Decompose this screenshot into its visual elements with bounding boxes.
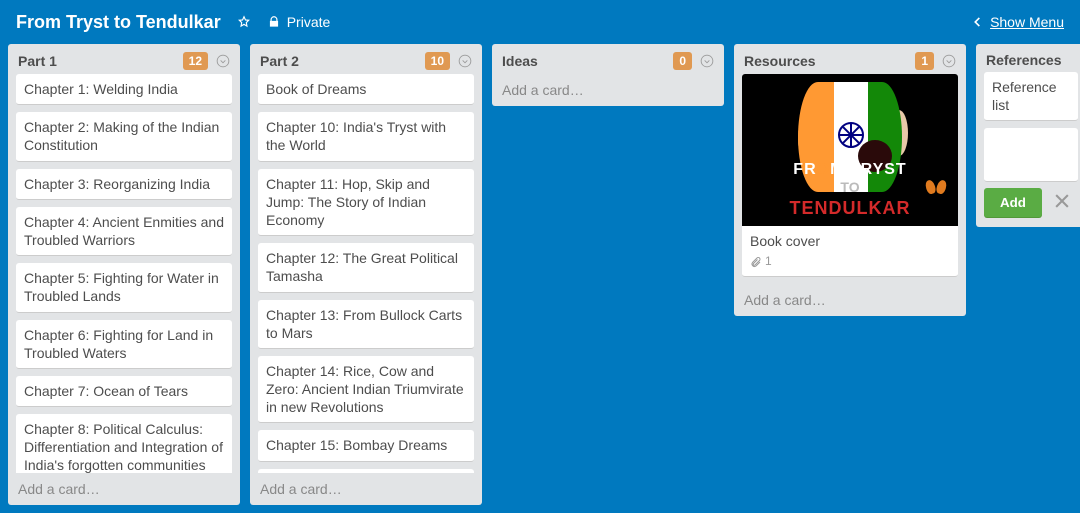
list-ideas: Ideas 0 Add a card… (492, 44, 724, 106)
card-book-cover[interactable]: FROM TRYST TO TENDULKAR Book cover 1 (742, 74, 958, 277)
card-count-badge: 0 (673, 52, 692, 70)
list-title[interactable]: Ideas (502, 53, 667, 69)
card[interactable]: Chapter 14: Rice, Cow and Zero: Ancient … (258, 356, 474, 424)
card[interactable]: Chapter 3: Reorganizing India (16, 169, 232, 200)
card-count-badge: 12 (183, 52, 208, 70)
close-icon (1052, 191, 1072, 211)
card-count-badge: 10 (425, 52, 450, 70)
card[interactable]: Book of Dreams (258, 74, 474, 105)
card[interactable]: Chapter 11: Hop, Skip and Jump: The Stor… (258, 169, 474, 237)
list-cards: Chapter 1: Welding India Chapter 2: Maki… (8, 74, 240, 473)
privacy-button[interactable]: Private (259, 10, 339, 34)
list-title[interactable]: Part 1 (18, 53, 177, 69)
card[interactable]: Chapter 5: Fighting for Water in Trouble… (16, 263, 232, 312)
attachment-badge: 1 (750, 254, 950, 270)
card[interactable]: Chapter 13: From Bullock Carts to Mars (258, 300, 474, 349)
list-header: Part 1 12 (8, 44, 240, 74)
attachment-count: 1 (765, 254, 772, 270)
card[interactable]: Chapter 15: Bombay Dreams (258, 430, 474, 461)
add-card-button[interactable]: Add a card… (8, 473, 240, 505)
star-button[interactable] (229, 11, 259, 33)
card-cover-image: FROM TRYST TO TENDULKAR (742, 74, 958, 226)
list-part-2: Part 2 10 Book of Dreams Chapter 10: Ind… (250, 44, 482, 505)
add-card-button[interactable]: Add a card… (250, 473, 482, 505)
card[interactable]: Chapter 7: Ocean of Tears (16, 376, 232, 407)
add-button[interactable]: Add (984, 188, 1042, 217)
list-menu-button[interactable] (698, 52, 716, 70)
list-header: Part 2 10 (250, 44, 482, 74)
card-composer-input[interactable] (984, 128, 1078, 182)
card[interactable]: Chapter 2: Making of the Indian Constitu… (16, 112, 232, 161)
card-title: Book cover (750, 233, 820, 249)
list-header: Resources 1 (734, 44, 966, 74)
paperclip-icon (750, 256, 762, 268)
board-canvas: Part 1 12 Chapter 1: Welding India Chapt… (0, 44, 1080, 513)
list-header: Ideas 0 (492, 44, 724, 74)
list-title[interactable]: Resources (744, 53, 909, 69)
list-menu-button[interactable] (214, 52, 232, 70)
card[interactable]: Chapter 6: Fighting for Land in Troubled… (16, 320, 232, 369)
list-menu-button[interactable] (940, 52, 958, 70)
chevron-down-circle-icon (942, 54, 956, 68)
show-menu-label: Show Menu (990, 14, 1064, 30)
star-icon (237, 15, 251, 29)
close-composer-button[interactable] (1052, 191, 1072, 215)
list-cards: Book of Dreams Chapter 10: India's Tryst… (250, 74, 482, 473)
card[interactable]: Reference list (984, 72, 1078, 121)
list-references: References Reference list Add (976, 44, 1080, 227)
list-resources: Resources 1 FROM TRYST (734, 44, 966, 316)
privacy-label: Private (287, 14, 331, 30)
add-card-button[interactable]: Add a card… (492, 74, 724, 106)
add-card-button[interactable]: Add a card… (734, 284, 966, 316)
list-title[interactable]: Part 2 (260, 53, 419, 69)
card[interactable]: Chapter 8: Political Calculus: Different… (16, 414, 232, 473)
board-title[interactable]: From Tryst to Tendulkar (8, 12, 229, 33)
chevron-down-circle-icon (700, 54, 714, 68)
card-count-badge: 1 (915, 52, 934, 70)
chevron-down-circle-icon (216, 54, 230, 68)
card[interactable]: Chapter 4: Ancient Enmities and Troubled… (16, 207, 232, 256)
card[interactable]: Chapter 1: Welding India (16, 74, 232, 105)
show-menu-button[interactable]: Show Menu (962, 10, 1072, 34)
card[interactable]: Chapter 10: India's Tryst with the World (258, 112, 474, 161)
list-title[interactable]: References (986, 52, 1078, 68)
chevron-left-icon (970, 15, 984, 29)
list-menu-button[interactable] (456, 52, 474, 70)
chevron-down-circle-icon (458, 54, 472, 68)
lock-icon (267, 15, 281, 29)
board-header: From Tryst to Tendulkar Private Show Men… (0, 0, 1080, 44)
list-cards: Reference list (976, 72, 1080, 128)
card[interactable]: Chapter 12: The Great Political Tamasha (258, 243, 474, 292)
list-header: References (976, 44, 1080, 72)
list-part-1: Part 1 12 Chapter 1: Welding India Chapt… (8, 44, 240, 505)
list-cards: FROM TRYST TO TENDULKAR Book cover 1 (734, 74, 966, 284)
